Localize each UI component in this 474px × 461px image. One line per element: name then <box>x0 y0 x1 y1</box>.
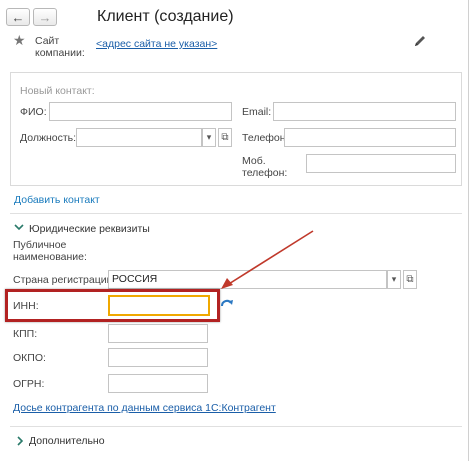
okpo-input[interactable] <box>108 348 208 367</box>
chevron-right-icon[interactable] <box>15 436 25 446</box>
okpo-label: ОКПО: <box>13 352 46 364</box>
additional-section-title[interactable]: Дополнительно <box>29 435 105 447</box>
scrollbar-edge <box>468 0 469 461</box>
kpp-label: КПП: <box>13 328 38 340</box>
ogrn-input[interactable] <box>108 374 208 393</box>
kpp-input[interactable] <box>108 324 208 343</box>
divider <box>10 426 462 427</box>
ogrn-label: ОГРН: <box>13 378 45 390</box>
annotation-arrow <box>221 230 314 289</box>
dossier-link[interactable]: Досье контрагента по данным сервиса 1С:К… <box>13 402 276 414</box>
